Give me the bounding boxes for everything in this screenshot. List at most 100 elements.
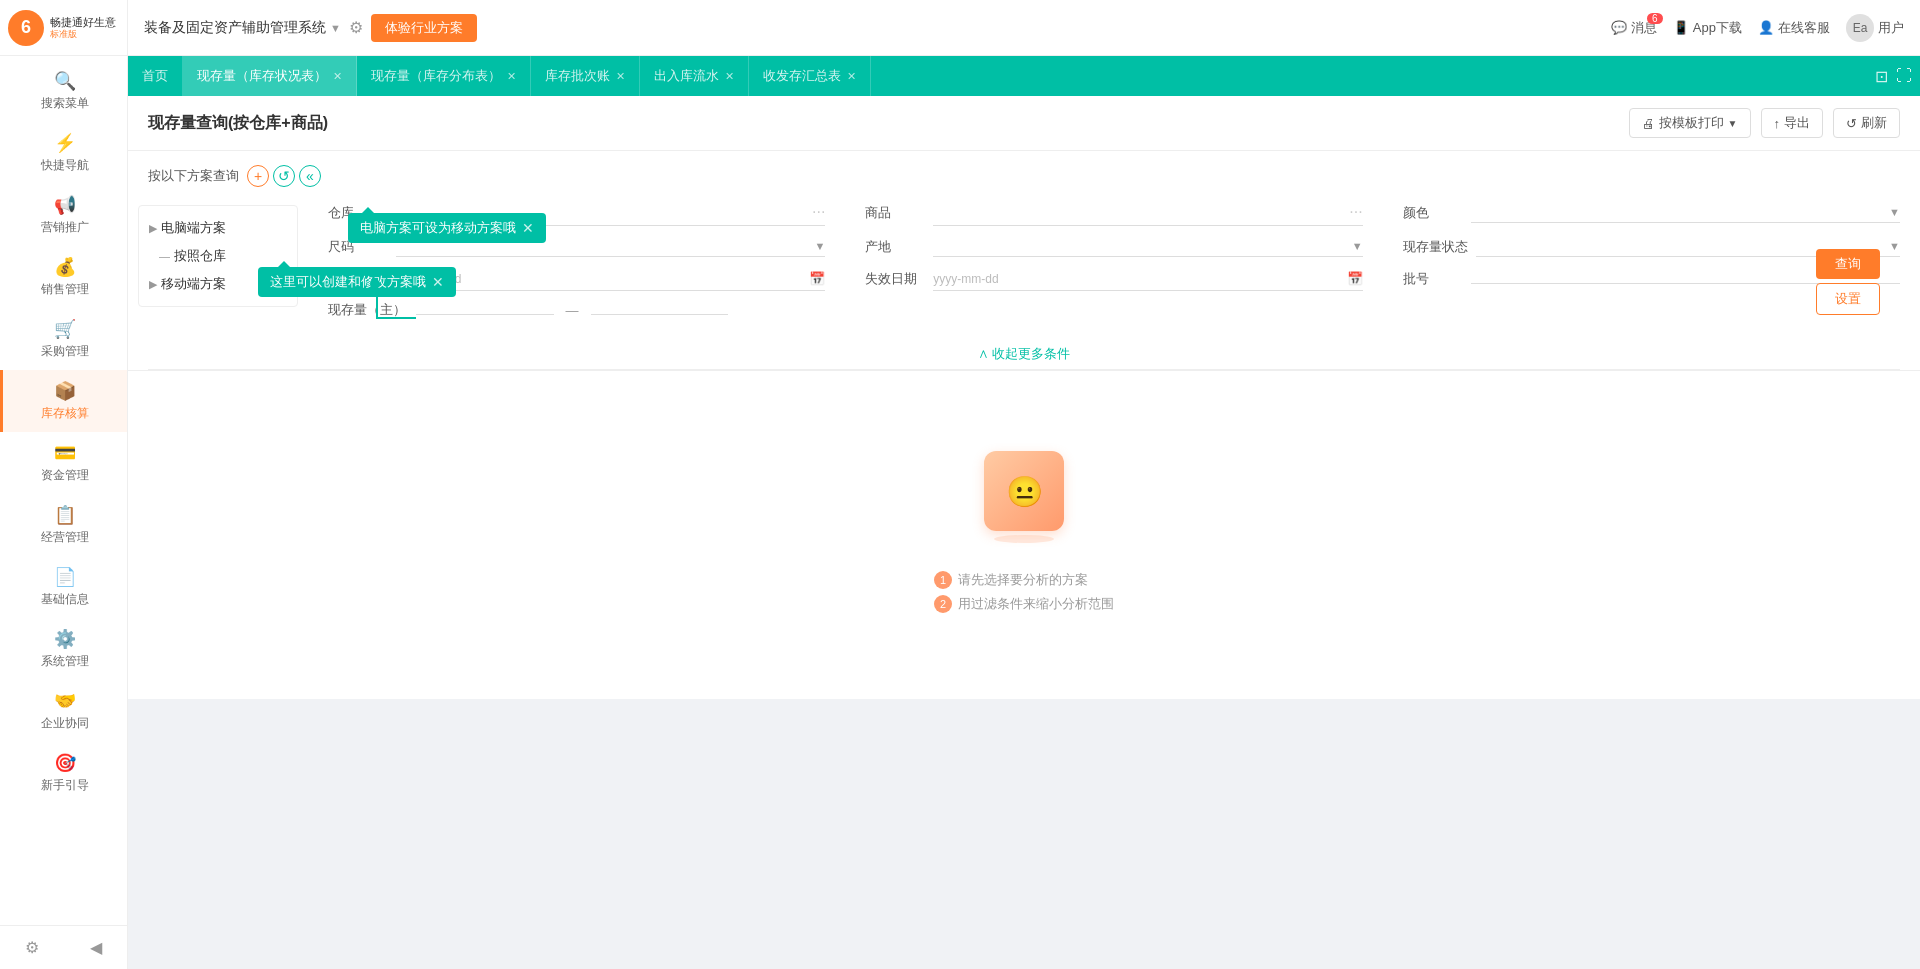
connector-dot: [370, 279, 380, 289]
empty-steps: 1 请先选择要分析的方案 2 用过滤条件来缩小分析范围: [934, 571, 1114, 619]
sub-arrow-icon: —: [159, 250, 170, 262]
tab-receive-summary[interactable]: 收发存汇总表 ✕: [749, 56, 871, 96]
product-input-wrapper[interactable]: ···: [933, 199, 1362, 226]
footer-collapse-icon[interactable]: ◀: [90, 938, 102, 957]
reset-button[interactable]: 设置: [1816, 283, 1880, 315]
tab-inventory-batch[interactable]: 库存批次账 ✕: [531, 56, 640, 96]
expiry-date-value: yyyy-mm-dd: [933, 272, 998, 286]
color-select-wrapper[interactable]: ▼: [1471, 202, 1900, 223]
expiry-date-wrapper[interactable]: yyyy-mm-dd 📅: [933, 267, 1362, 291]
filter-product: 商品 ···: [865, 199, 1362, 226]
sidebar-item-system[interactable]: ⚙️ 系统管理: [0, 618, 127, 680]
tab-inventory-distribution[interactable]: 现存量（库存分布表） ✕: [357, 56, 531, 96]
scheme-item-desktop-sub[interactable]: — 按照仓库: [139, 242, 297, 270]
refresh-button[interactable]: ↺ 刷新: [1833, 108, 1900, 138]
tooltip-create-scheme: 这里可以创建和修改方案哦 ✕: [258, 267, 456, 297]
sidebar: 6 畅捷通好生意 标准版 🔍 搜索菜单 ⚡ 快捷导航 📢 营销推广 💰 销售管理…: [0, 0, 128, 969]
filter-refresh-button[interactable]: ↺: [273, 165, 295, 187]
tooltip-scheme-close[interactable]: ✕: [522, 220, 534, 236]
chevron-down-icon: ▼: [1889, 240, 1900, 252]
industry-solution-button[interactable]: 体验行业方案: [371, 14, 477, 42]
page-title: 现存量查询(按仓库+商品): [148, 113, 328, 134]
sidebar-item-purchase[interactable]: 🛒 采购管理: [0, 308, 127, 370]
page-actions: 🖨 按模板打印 ▼ ↑ 导出 ↺ 刷新: [1629, 108, 1900, 138]
sidebar-item-marketing[interactable]: 📢 营销推广: [0, 184, 127, 246]
filter-add-button[interactable]: +: [247, 165, 269, 187]
tab-home[interactable]: 首页: [128, 56, 183, 96]
settings-icon[interactable]: ⚙: [349, 18, 363, 37]
tabs-maximize-icon[interactable]: ⊡: [1875, 67, 1888, 86]
chevron-down-icon: ▼: [814, 240, 825, 252]
chevron-down-icon: ▼: [330, 22, 341, 34]
user-profile[interactable]: Ea 用户: [1846, 14, 1904, 42]
bell-icon: 💬: [1611, 20, 1627, 35]
export-button[interactable]: ↑ 导出: [1761, 108, 1824, 138]
print-icon: 🖨: [1642, 116, 1655, 131]
filter-title: 按以下方案查询: [148, 167, 239, 185]
sidebar-item-inventory[interactable]: 📦 库存核算: [0, 370, 127, 432]
batch-label: 批号: [1403, 270, 1463, 288]
filter-arrow-button[interactable]: «: [299, 165, 321, 187]
system-name: 装备及固定资产辅助管理系统: [144, 19, 326, 37]
product-label: 商品: [865, 204, 925, 222]
range-separator: —: [566, 303, 579, 318]
calendar-icon[interactable]: 📅: [1347, 271, 1363, 286]
enterprise-icon: 🤝: [54, 690, 76, 712]
query-button-area: 查询 设置: [1816, 249, 1880, 315]
query-button[interactable]: 查询: [1816, 249, 1880, 279]
chevron-down-icon: ▼: [1889, 206, 1900, 218]
production-date-wrapper[interactable]: yyyy-mm-dd 📅: [396, 267, 825, 291]
collapse-button[interactable]: ∧ 收起更多条件: [148, 339, 1900, 370]
export-icon: ↑: [1774, 116, 1781, 131]
origin-select-wrapper[interactable]: ▼: [933, 236, 1362, 257]
product-dots[interactable]: ···: [1349, 203, 1362, 221]
robot-icon: 😐: [984, 451, 1064, 531]
tab-close-icon[interactable]: ✕: [616, 70, 625, 83]
inventory-status-label: 现存量状态: [1403, 238, 1468, 256]
tab-inventory-status[interactable]: 现存量（库存状况表） ✕: [183, 56, 357, 96]
tab-inventory-flow[interactable]: 出入库流水 ✕: [640, 56, 749, 96]
calendar-icon[interactable]: 📅: [809, 271, 825, 286]
robot-shadow: [994, 535, 1054, 543]
footer-settings-icon[interactable]: ⚙: [25, 938, 39, 957]
page-header: 现存量查询(按仓库+商品) 🖨 按模板打印 ▼ ↑ 导出 ↺ 刷新: [128, 96, 1920, 151]
empty-state: 😐 1 请先选择要分析的方案 2 用过滤条件来缩小分析范围: [128, 371, 1920, 699]
template-print-button[interactable]: 🖨 按模板打印 ▼: [1629, 108, 1751, 138]
sidebar-item-guide[interactable]: 🎯 新手引导: [0, 742, 127, 804]
online-service[interactable]: 👤 在线客服: [1758, 19, 1830, 37]
tab-close-icon[interactable]: ✕: [333, 70, 342, 83]
tooltip-scheme-mobile: 电脑方案可设为移动方案哦 ✕: [348, 213, 546, 243]
notification-bell[interactable]: 💬 消息 6: [1611, 19, 1657, 37]
basic-icon: 📄: [54, 566, 76, 588]
filter-expiry-date: 失效日期 yyyy-mm-dd 📅: [865, 267, 1362, 291]
tabs-fullscreen-icon[interactable]: ⛶: [1896, 67, 1912, 85]
inventory-main-to[interactable]: [591, 306, 729, 315]
purchase-icon: 🛒: [54, 318, 76, 340]
sidebar-item-finance[interactable]: 💳 资金管理: [0, 432, 127, 494]
operation-icon: 📋: [54, 504, 76, 526]
tab-close-icon[interactable]: ✕: [847, 70, 856, 83]
scheme-item-desktop[interactable]: ▶ 电脑端方案: [139, 214, 297, 242]
sidebar-item-sales[interactable]: 💰 销售管理: [0, 246, 127, 308]
inventory-main-from[interactable]: [416, 306, 554, 315]
filter-row-3: 生产日期 yyyy-mm-dd 📅 失效日期 yyyy-mm-dd 📅: [328, 267, 1900, 291]
arrow-icon: ▶: [149, 278, 157, 291]
tooltip-create-close[interactable]: ✕: [432, 274, 444, 290]
sidebar-item-operation[interactable]: 📋 经营管理: [0, 494, 127, 556]
avatar: Ea: [1846, 14, 1874, 42]
tab-close-icon[interactable]: ✕: [507, 70, 516, 83]
sidebar-item-enterprise[interactable]: 🤝 企业协同: [0, 680, 127, 742]
warehouse-dots[interactable]: ···: [812, 203, 825, 221]
sales-icon: 💰: [54, 256, 76, 278]
tab-close-icon[interactable]: ✕: [725, 70, 734, 83]
sidebar-item-quick-nav[interactable]: ⚡ 快捷导航: [0, 122, 127, 184]
marketing-icon: 📢: [54, 194, 76, 216]
sidebar-footer: ⚙ ◀: [0, 925, 127, 969]
tooltip-scheme-text: 电脑方案可设为移动方案哦: [360, 219, 516, 237]
sidebar-nav: 🔍 搜索菜单 ⚡ 快捷导航 📢 营销推广 💰 销售管理 🛒 采购管理 📦 库存核…: [0, 56, 127, 925]
system-selector[interactable]: 装备及固定资产辅助管理系统 ▼: [144, 19, 341, 37]
sidebar-item-search[interactable]: 🔍 搜索菜单: [0, 60, 127, 122]
app-download[interactable]: 📱 App下载: [1673, 19, 1742, 37]
sidebar-item-basic[interactable]: 📄 基础信息: [0, 556, 127, 618]
service-icon: 👤: [1758, 20, 1774, 35]
